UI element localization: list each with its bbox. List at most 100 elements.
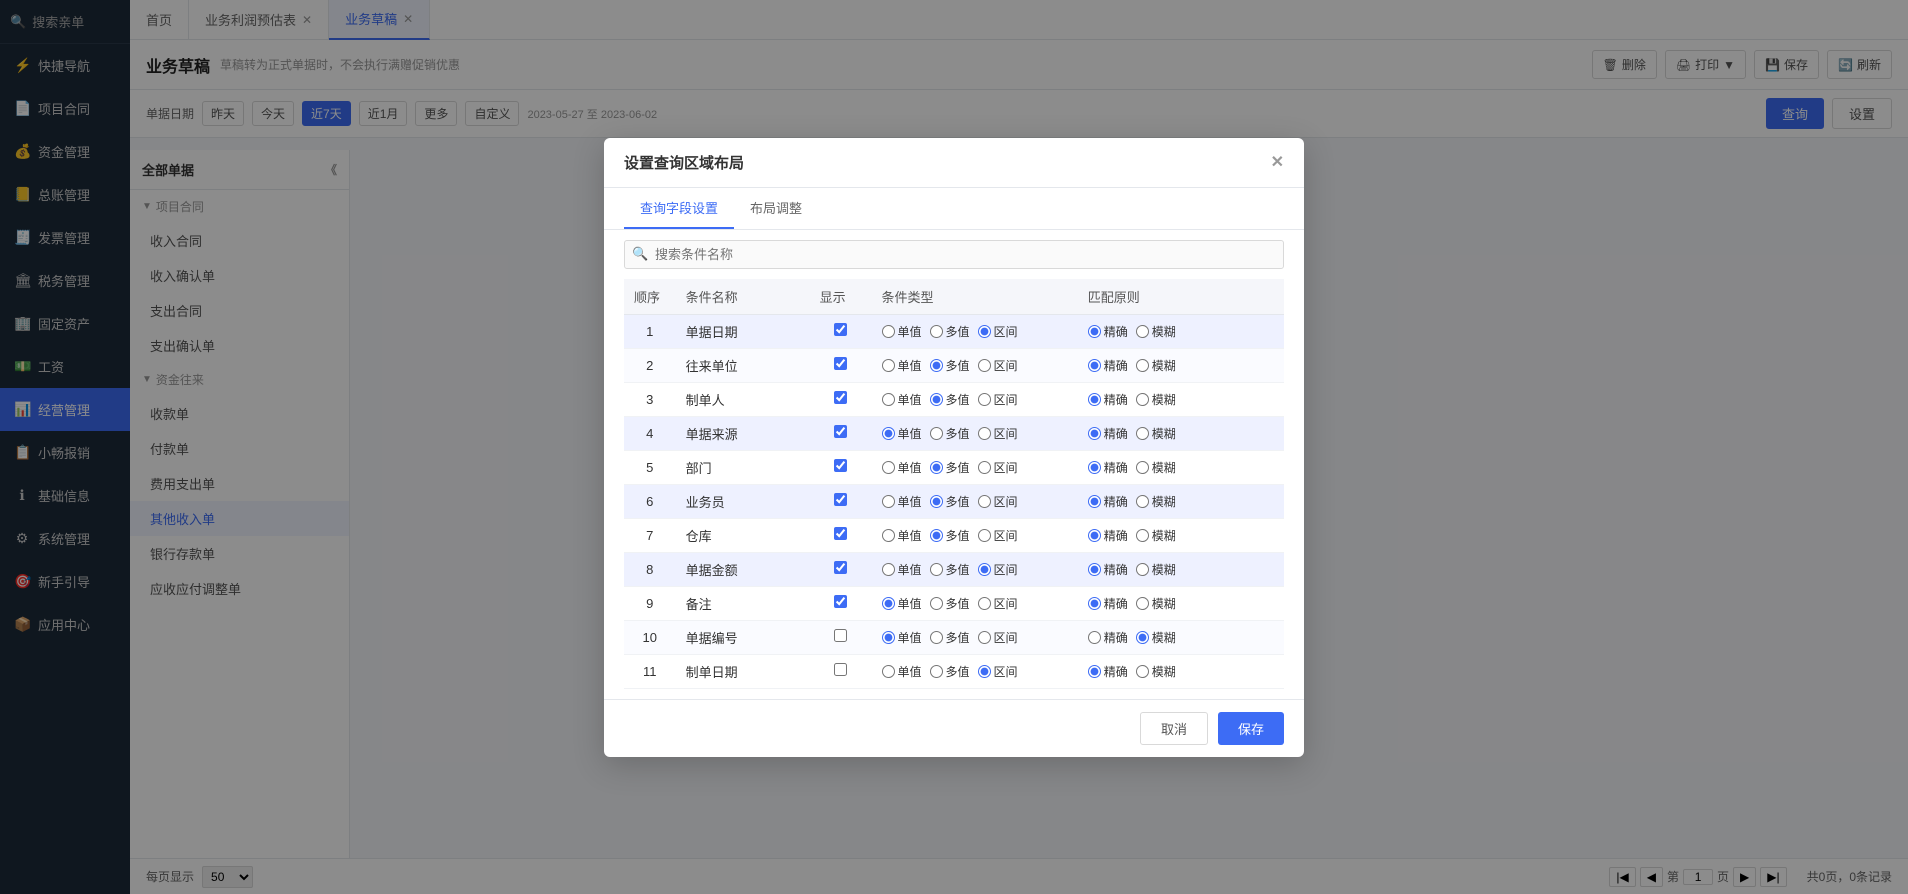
- match-radio-精确[interactable]: 精确: [1088, 357, 1128, 374]
- show-checkbox[interactable]: [834, 358, 847, 373]
- match-radio-模糊[interactable]: 模糊: [1136, 493, 1176, 510]
- type-radio-多值[interactable]: 多值: [930, 595, 970, 612]
- show-checkbox[interactable]: [834, 324, 847, 339]
- cell-name: 业务员: [676, 484, 810, 518]
- table-row: 8 单据金额 单值 多值 区间 精确 模糊: [624, 552, 1284, 586]
- match-radio-精确[interactable]: 精确: [1088, 663, 1128, 680]
- cancel-button[interactable]: 取消: [1140, 712, 1208, 745]
- type-radio-区间[interactable]: 区间: [978, 425, 1018, 442]
- dialog-search-input[interactable]: [624, 240, 1284, 269]
- type-radio-单值[interactable]: 单值: [882, 561, 922, 578]
- type-radio-多值[interactable]: 多值: [930, 527, 970, 544]
- match-radio-模糊[interactable]: 模糊: [1136, 459, 1176, 476]
- conditions-table: 顺序 条件名称 显示 条件类型 匹配原则 1 单据日期 单值 多值 区间 精确: [624, 279, 1284, 689]
- table-row: 1 单据日期 单值 多值 区间 精确 模糊: [624, 314, 1284, 348]
- dialog-close-button[interactable]: ✕: [1271, 152, 1284, 172]
- type-radio-多值[interactable]: 多值: [930, 323, 970, 340]
- type-radio-区间[interactable]: 区间: [978, 493, 1018, 510]
- type-radio-多值[interactable]: 多值: [930, 357, 970, 374]
- type-radio-单值[interactable]: 单值: [882, 595, 922, 612]
- show-checkbox[interactable]: [834, 630, 847, 645]
- type-radio-区间[interactable]: 区间: [978, 561, 1018, 578]
- dialog-search-icon: 🔍: [632, 246, 648, 262]
- th-match: 匹配原则: [1078, 279, 1284, 315]
- match-radio-精确[interactable]: 精确: [1088, 527, 1128, 544]
- cell-seq: 6: [624, 484, 676, 518]
- type-radio-单值[interactable]: 单值: [882, 493, 922, 510]
- match-radio-模糊[interactable]: 模糊: [1136, 323, 1176, 340]
- cell-show: [810, 654, 872, 688]
- match-radio-模糊[interactable]: 模糊: [1136, 425, 1176, 442]
- type-radio-区间[interactable]: 区间: [978, 357, 1018, 374]
- type-radio-区间[interactable]: 区间: [978, 391, 1018, 408]
- match-radio-模糊[interactable]: 模糊: [1136, 561, 1176, 578]
- table-row: 6 业务员 单值 多值 区间 精确 模糊: [624, 484, 1284, 518]
- show-checkbox[interactable]: [834, 596, 847, 611]
- type-radio-多值[interactable]: 多值: [930, 425, 970, 442]
- cell-type: 单值 多值 区间: [872, 518, 1078, 552]
- table-row: 2 往来单位 单值 多值 区间 精确 模糊: [624, 348, 1284, 382]
- match-radio-精确[interactable]: 精确: [1088, 493, 1128, 510]
- type-radio-多值[interactable]: 多值: [930, 663, 970, 680]
- type-radio-单值[interactable]: 单值: [882, 425, 922, 442]
- type-radio-区间[interactable]: 区间: [978, 629, 1018, 646]
- type-radio-单值[interactable]: 单值: [882, 323, 922, 340]
- dialog-tab-fields[interactable]: 查询字段设置: [624, 188, 734, 229]
- match-radio-精确[interactable]: 精确: [1088, 629, 1128, 646]
- cell-name: 单据来源: [676, 416, 810, 450]
- cell-match: 精确 模糊: [1078, 382, 1284, 416]
- show-checkbox[interactable]: [834, 494, 847, 509]
- match-radio-模糊[interactable]: 模糊: [1136, 527, 1176, 544]
- show-checkbox[interactable]: [834, 392, 847, 407]
- cell-show: [810, 416, 872, 450]
- type-radio-多值[interactable]: 多值: [930, 391, 970, 408]
- type-radio-多值[interactable]: 多值: [930, 629, 970, 646]
- cell-show: [810, 586, 872, 620]
- match-radio-精确[interactable]: 精确: [1088, 425, 1128, 442]
- type-radio-区间[interactable]: 区间: [978, 527, 1018, 544]
- show-checkbox[interactable]: [834, 426, 847, 441]
- type-radio-多值[interactable]: 多值: [930, 493, 970, 510]
- match-radio-精确[interactable]: 精确: [1088, 595, 1128, 612]
- match-radio-模糊[interactable]: 模糊: [1136, 629, 1176, 646]
- table-row: 10 单据编号 单值 多值 区间 精确 模糊: [624, 620, 1284, 654]
- match-radio-模糊[interactable]: 模糊: [1136, 595, 1176, 612]
- type-radio-区间[interactable]: 区间: [978, 323, 1018, 340]
- type-radio-单值[interactable]: 单值: [882, 663, 922, 680]
- match-radio-精确[interactable]: 精确: [1088, 459, 1128, 476]
- match-radio-精确[interactable]: 精确: [1088, 561, 1128, 578]
- table-row: 5 部门 单值 多值 区间 精确 模糊: [624, 450, 1284, 484]
- type-radio-单值[interactable]: 单值: [882, 459, 922, 476]
- type-radio-单值[interactable]: 单值: [882, 357, 922, 374]
- dialog-footer: 取消 保存: [604, 699, 1304, 757]
- show-checkbox[interactable]: [834, 528, 847, 543]
- match-radio-模糊[interactable]: 模糊: [1136, 663, 1176, 680]
- type-radio-单值[interactable]: 单值: [882, 391, 922, 408]
- dialog-tab-layout[interactable]: 布局调整: [734, 188, 818, 229]
- th-type: 条件类型: [872, 279, 1078, 315]
- save-button[interactable]: 保存: [1218, 712, 1284, 745]
- type-radio-区间[interactable]: 区间: [978, 663, 1018, 680]
- type-radio-单值[interactable]: 单值: [882, 527, 922, 544]
- match-radio-模糊[interactable]: 模糊: [1136, 357, 1176, 374]
- match-radio-精确[interactable]: 精确: [1088, 391, 1128, 408]
- match-radio-精确[interactable]: 精确: [1088, 323, 1128, 340]
- type-radio-单值[interactable]: 单值: [882, 629, 922, 646]
- cell-name: 单据金额: [676, 552, 810, 586]
- type-radio-多值[interactable]: 多值: [930, 459, 970, 476]
- dialog-header: 设置查询区域布局 ✕: [604, 138, 1304, 188]
- type-radio-多值[interactable]: 多值: [930, 561, 970, 578]
- cell-type: 单值 多值 区间: [872, 348, 1078, 382]
- type-radio-区间[interactable]: 区间: [978, 595, 1018, 612]
- cell-show: [810, 450, 872, 484]
- match-radio-模糊[interactable]: 模糊: [1136, 391, 1176, 408]
- cell-seq: 2: [624, 348, 676, 382]
- cell-match: 精确 模糊: [1078, 552, 1284, 586]
- th-seq: 顺序: [624, 279, 676, 315]
- show-checkbox[interactable]: [834, 562, 847, 577]
- show-checkbox[interactable]: [834, 664, 847, 679]
- cell-name: 仓库: [676, 518, 810, 552]
- show-checkbox[interactable]: [834, 460, 847, 475]
- cell-type: 单值 多值 区间: [872, 450, 1078, 484]
- type-radio-区间[interactable]: 区间: [978, 459, 1018, 476]
